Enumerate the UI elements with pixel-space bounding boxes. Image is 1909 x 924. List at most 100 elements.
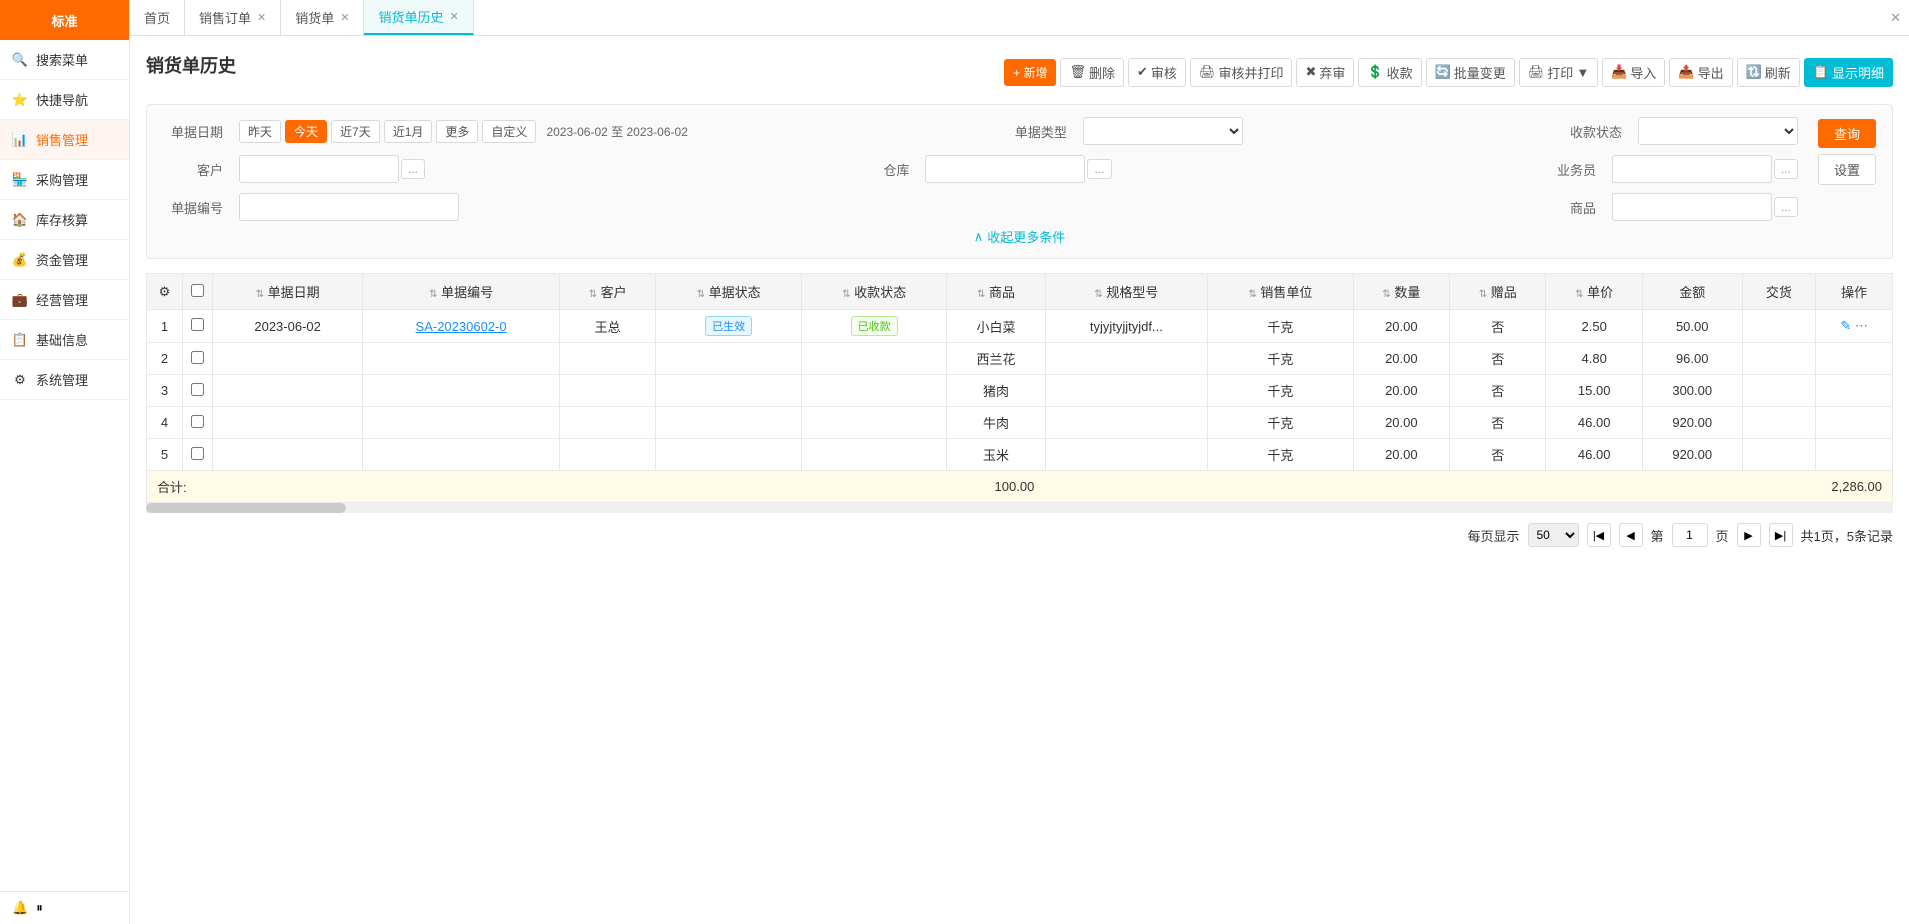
audit-button[interactable]: ✔ 审核 — [1128, 58, 1186, 87]
row-checkbox[interactable] — [191, 447, 204, 460]
date-btn-custom[interactable]: 自定义 — [482, 120, 536, 143]
col-gear[interactable]: ⚙ — [147, 274, 183, 310]
sidebar-item-quick-nav[interactable]: ⭐ 快捷导航 — [0, 80, 129, 120]
col-transaction[interactable]: 交货 — [1742, 274, 1816, 310]
col-unit-price[interactable]: ⇅ 单价 — [1546, 274, 1642, 310]
sidebar-bottom-icon2[interactable]: ⏸ — [36, 900, 43, 916]
tab-bar-close-all[interactable]: ✕ — [1890, 10, 1909, 26]
date-btn-yesterday[interactable]: 昨天 — [239, 120, 281, 143]
delete-button[interactable]: 🗑 删除 — [1060, 58, 1124, 87]
row-checkbox[interactable] — [191, 383, 204, 396]
payment-status-select[interactable] — [1638, 117, 1798, 145]
last-page-btn[interactable]: ▶| — [1769, 523, 1793, 547]
cell-amount: 50.00 — [1642, 310, 1742, 343]
sidebar-item-system-mgmt[interactable]: ⚙ 系统管理 — [0, 360, 129, 400]
query-button[interactable]: 查询 — [1818, 119, 1876, 148]
sidebar-item-sales-mgmt[interactable]: 📊 销售管理 — [0, 120, 129, 160]
next-page-btn[interactable]: ▶ — [1737, 523, 1761, 547]
audit-print-button[interactable]: 🖨 审核并打印 — [1190, 58, 1293, 87]
col-doc-status[interactable]: ⇅ 单据状态 — [656, 274, 802, 310]
col-amount[interactable]: 金额 — [1642, 274, 1742, 310]
page-number-input[interactable] — [1672, 523, 1708, 547]
doc-number-link[interactable]: SA-20230602-0 — [416, 319, 507, 334]
cell-action[interactable]: ✎ ⋯ — [1816, 310, 1893, 343]
col-goods[interactable]: ⇅ 商品 — [947, 274, 1045, 310]
tab-sales-goods-label: 销货单 — [295, 8, 334, 27]
tab-sales-order-close[interactable]: ✕ — [257, 11, 266, 24]
tab-home[interactable]: 首页 — [130, 0, 185, 35]
sidebar-item-basic-info[interactable]: 📋 基础信息 — [0, 320, 129, 360]
doc-number-input[interactable] — [239, 193, 459, 221]
tab-sales-goods[interactable]: 销货单 ✕ — [281, 0, 364, 35]
cell-checkbox[interactable] — [183, 310, 213, 343]
cell-unit-price: 4.80 — [1546, 343, 1642, 375]
more-action-icon[interactable]: ⋯ — [1855, 318, 1868, 333]
col-sales-unit[interactable]: ⇅ 销售单位 — [1208, 274, 1354, 310]
cell-gift: 否 — [1450, 343, 1546, 375]
per-page-select[interactable]: 50 100 — [1528, 523, 1579, 547]
horizontal-scrollbar[interactable] — [146, 503, 1893, 513]
cell-doc-number — [363, 407, 560, 439]
cell-checkbox[interactable] — [183, 375, 213, 407]
doc-type-select[interactable] — [1083, 117, 1243, 145]
row-checkbox[interactable] — [191, 318, 204, 331]
tab-sales-history-label: 销货单历史 — [378, 7, 443, 26]
sidebar-bottom-icon1[interactable]: 🔔 — [12, 900, 28, 916]
tab-sales-history[interactable]: 销货单历史 ✕ — [364, 0, 473, 35]
collapse-filter-btn[interactable]: ∧ 收起更多条件 — [163, 227, 1876, 246]
col-checkbox[interactable] — [183, 274, 213, 310]
cell-checkbox[interactable] — [183, 439, 213, 471]
sidebar-item-finance-mgmt[interactable]: 💰 资金管理 — [0, 240, 129, 280]
customer-label: 客户 — [163, 160, 223, 179]
delete-icon: 🗑 — [1069, 64, 1086, 80]
col-spec[interactable]: ⇅ 规格型号 — [1045, 274, 1207, 310]
export-button[interactable]: 📤 导出 — [1669, 58, 1732, 87]
customer-ellipsis-btn[interactable]: ... — [401, 159, 425, 179]
new-button[interactable]: + 新增 — [1004, 59, 1056, 86]
first-page-btn[interactable]: |◀ — [1587, 523, 1611, 547]
col-gift[interactable]: ⇅ 赠品 — [1450, 274, 1546, 310]
cell-customer — [559, 439, 655, 471]
print-button[interactable]: 🖨 打印 ▼ — [1519, 58, 1598, 87]
col-doc-number[interactable]: ⇅ 单据编号 — [363, 274, 560, 310]
prev-page-btn[interactable]: ◀ — [1619, 523, 1643, 547]
sidebar-item-search-menu[interactable]: 🔍 搜索菜单 — [0, 40, 129, 80]
warehouse-ellipsis-btn[interactable]: ... — [1087, 159, 1111, 179]
select-all-checkbox[interactable] — [191, 284, 204, 297]
tab-sales-goods-close[interactable]: ✕ — [340, 11, 349, 24]
col-payment-status[interactable]: ⇅ 收款状态 — [801, 274, 947, 310]
cell-checkbox[interactable] — [183, 407, 213, 439]
date-btn-more[interactable]: 更多 — [436, 120, 478, 143]
date-btn-today[interactable]: 今天 — [285, 120, 327, 143]
tab-sales-order[interactable]: 销售订单 ✕ — [185, 0, 281, 35]
show-detail-button[interactable]: 📋 显示明细 — [1804, 58, 1893, 87]
scrollbar-thumb[interactable] — [146, 503, 346, 513]
date-btn-7days[interactable]: 近7天 — [331, 120, 380, 143]
collect-button[interactable]: 💲 收款 — [1358, 58, 1421, 87]
warehouse-input[interactable] — [925, 155, 1085, 183]
import-button[interactable]: 📥 导入 — [1602, 58, 1665, 87]
cell-action — [1816, 375, 1893, 407]
goods-ellipsis-btn[interactable]: ... — [1774, 197, 1798, 217]
batch-change-button[interactable]: 🔄 批量变更 — [1426, 58, 1515, 87]
row-checkbox[interactable] — [191, 351, 204, 364]
salesperson-ellipsis-btn[interactable]: ... — [1774, 159, 1798, 179]
edit-action-icon[interactable]: ✎ — [1840, 318, 1851, 333]
row-checkbox[interactable] — [191, 415, 204, 428]
sidebar-item-operation-mgmt[interactable]: 💼 经营管理 — [0, 280, 129, 320]
cell-doc-number[interactable]: SA-20230602-0 — [363, 310, 560, 343]
col-doc-date[interactable]: ⇅ 单据日期 — [213, 274, 363, 310]
cell-checkbox[interactable] — [183, 343, 213, 375]
date-btn-1month[interactable]: 近1月 — [384, 120, 433, 143]
tab-sales-history-close[interactable]: ✕ — [450, 10, 459, 23]
setting-button[interactable]: 设置 — [1818, 154, 1876, 185]
col-customer[interactable]: ⇅ 客户 — [559, 274, 655, 310]
salesperson-input[interactable] — [1612, 155, 1772, 183]
col-quantity[interactable]: ⇅ 数量 — [1353, 274, 1449, 310]
sidebar-item-purchase-mgmt[interactable]: 🏪 采购管理 — [0, 160, 129, 200]
sidebar-item-inventory[interactable]: 🏠 库存核算 — [0, 200, 129, 240]
abandon-button[interactable]: ✖ 弃审 — [1296, 58, 1354, 87]
refresh-button[interactable]: 🔃 刷新 — [1737, 58, 1800, 87]
goods-input[interactable] — [1612, 193, 1772, 221]
customer-input[interactable] — [239, 155, 399, 183]
